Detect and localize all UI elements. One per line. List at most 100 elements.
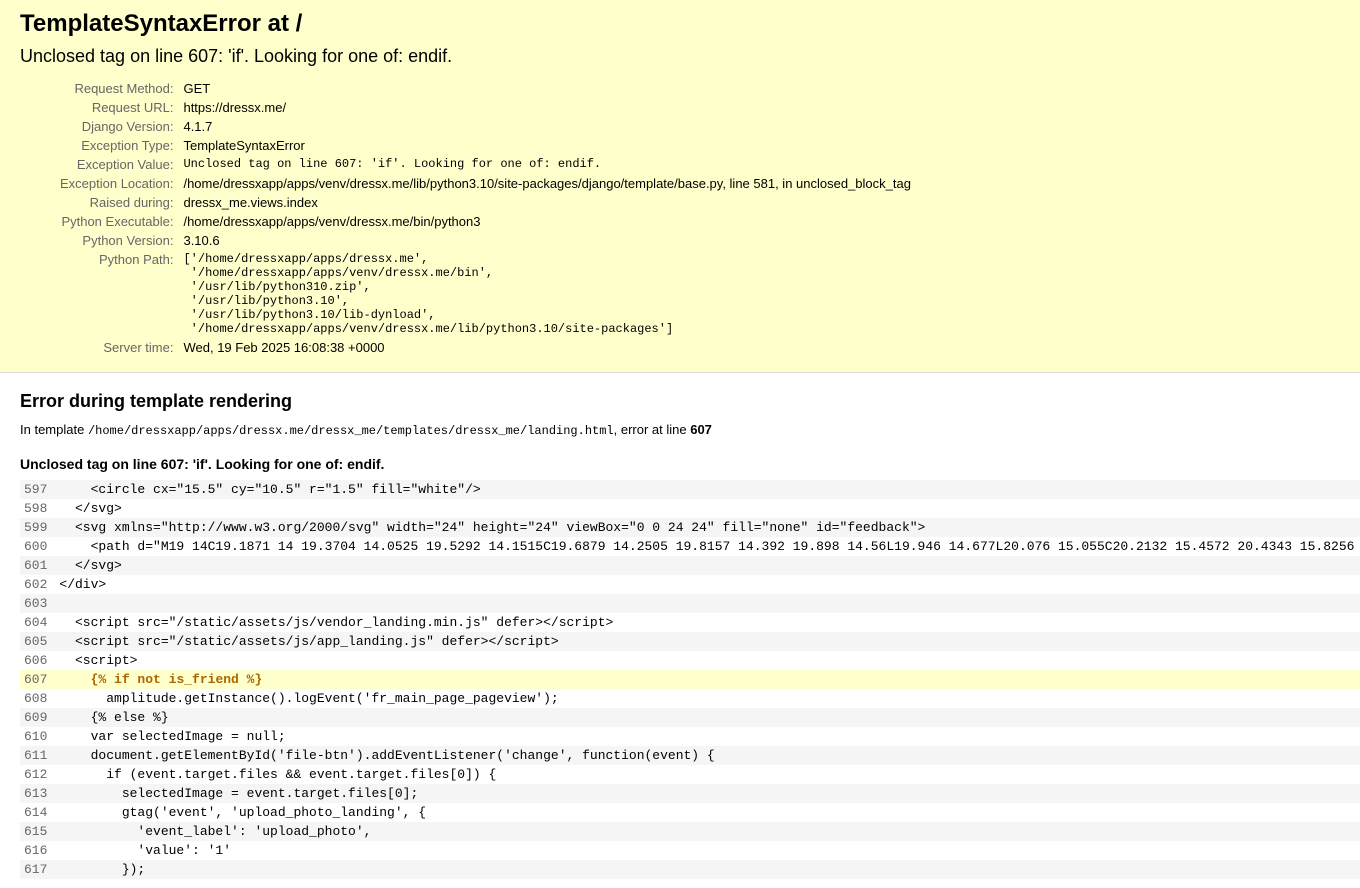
source-line: 602</div> xyxy=(20,575,1360,594)
line-code: 'event_label': 'upload_photo', xyxy=(55,822,1360,841)
line-number: 616 xyxy=(20,841,55,860)
line-number: 601 xyxy=(20,556,55,575)
line-code: <script src="/static/assets/js/app_landi… xyxy=(55,632,1360,651)
meta-value: 3.10.6 xyxy=(183,231,911,250)
meta-label: Python Executable: xyxy=(20,212,183,231)
source-line: 613 selectedImage = event.target.files[0… xyxy=(20,784,1360,803)
line-code: <path d="M19 14C19.1871 14 19.3704 14.05… xyxy=(55,537,1360,556)
line-number: 611 xyxy=(20,746,55,765)
line-code: <circle cx="15.5" cy="10.5" r="1.5" fill… xyxy=(55,480,1360,499)
line-number: 615 xyxy=(20,822,55,841)
meta-label: Request Method: xyxy=(20,79,183,98)
source-line: 597 <circle cx="15.5" cy="10.5" r="1.5" … xyxy=(20,480,1360,499)
meta-value: dressx_me.views.index xyxy=(183,193,911,212)
source-line: 606 <script> xyxy=(20,651,1360,670)
meta-value: 4.1.7 xyxy=(183,117,911,136)
line-code: {% else %} xyxy=(55,708,1360,727)
error-subtitle: Unclosed tag on line 607: 'if'. Looking … xyxy=(20,46,1340,67)
line-code xyxy=(55,594,1360,613)
meta-value: /home/dressxapp/apps/venv/dressx.me/lib/… xyxy=(183,174,911,193)
source-line: 617 }); xyxy=(20,860,1360,879)
meta-label: Exception Value: xyxy=(20,155,183,174)
line-number: 597 xyxy=(20,480,55,499)
source-line: 610 var selectedImage = null; xyxy=(20,727,1360,746)
meta-label: Request URL: xyxy=(20,98,183,117)
source-line: 605 <script src="/static/assets/js/app_l… xyxy=(20,632,1360,651)
source-line: 615 'event_label': 'upload_photo', xyxy=(20,822,1360,841)
request-meta-table: Request Method: GET Request URL: https:/… xyxy=(20,79,911,357)
source-line: 612 if (event.target.files && event.targ… xyxy=(20,765,1360,784)
meta-value: /home/dressxapp/apps/venv/dressx.me/bin/… xyxy=(183,212,911,231)
line-code: <script src="/static/assets/js/vendor_la… xyxy=(55,613,1360,632)
template-path-line: In template /home/dressxapp/apps/dressx.… xyxy=(20,422,1340,438)
page-title: TemplateSyntaxError at / xyxy=(20,10,1340,38)
intro-prefix: In template xyxy=(20,422,88,437)
line-code: if (event.target.files && event.target.f… xyxy=(55,765,1360,784)
line-code: {% if not is_friend %} xyxy=(55,670,1360,689)
meta-value: Unclosed tag on line 607: 'if'. Looking … xyxy=(183,155,911,174)
line-number: 613 xyxy=(20,784,55,803)
line-number: 610 xyxy=(20,727,55,746)
line-number: 608 xyxy=(20,689,55,708)
line-number: 607 xyxy=(20,670,55,689)
source-line: 599 <svg xmlns="http://www.w3.org/2000/s… xyxy=(20,518,1360,537)
source-line: 608 amplitude.getInstance().logEvent('fr… xyxy=(20,689,1360,708)
section-title: Error during template rendering xyxy=(20,391,1340,412)
meta-value: TemplateSyntaxError xyxy=(183,136,911,155)
line-number: 603 xyxy=(20,594,55,613)
line-code: <svg xmlns="http://www.w3.org/2000/svg" … xyxy=(55,518,1360,537)
source-line: 604 <script src="/static/assets/js/vendo… xyxy=(20,613,1360,632)
line-code: amplitude.getInstance().logEvent('fr_mai… xyxy=(55,689,1360,708)
line-number: 605 xyxy=(20,632,55,651)
line-code: </svg> xyxy=(55,499,1360,518)
line-number: 614 xyxy=(20,803,55,822)
meta-label: Exception Location: xyxy=(20,174,183,193)
line-number: 602 xyxy=(20,575,55,594)
intro-suffix: , error at line xyxy=(614,422,691,437)
line-code: selectedImage = event.target.files[0]; xyxy=(55,784,1360,803)
line-number: 604 xyxy=(20,613,55,632)
line-code: 'value': '1' xyxy=(55,841,1360,860)
meta-value: ['/home/dressxapp/apps/dressx.me', '/hom… xyxy=(183,250,911,338)
meta-label: Django Version: xyxy=(20,117,183,136)
source-line: 600 <path d="M19 14C19.1871 14 19.3704 1… xyxy=(20,537,1360,556)
line-number: 599 xyxy=(20,518,55,537)
line-number: 617 xyxy=(20,860,55,879)
line-code: <script> xyxy=(55,651,1360,670)
meta-value: https://dressx.me/ xyxy=(183,98,911,117)
line-code: }); xyxy=(55,860,1360,879)
source-line: 611 document.getElementById('file-btn').… xyxy=(20,746,1360,765)
meta-label: Exception Type: xyxy=(20,136,183,155)
error-line-number: 607 xyxy=(690,422,712,437)
line-number: 598 xyxy=(20,499,55,518)
meta-label: Server time: xyxy=(20,338,183,357)
source-line: 609 {% else %} xyxy=(20,708,1360,727)
line-number: 600 xyxy=(20,537,55,556)
source-line: 598 </svg> xyxy=(20,499,1360,518)
line-number: 609 xyxy=(20,708,55,727)
python-path-pre: ['/home/dressxapp/apps/dressx.me', '/hom… xyxy=(183,252,911,336)
meta-value: GET xyxy=(183,79,911,98)
line-code: </svg> xyxy=(55,556,1360,575)
line-code: var selectedImage = null; xyxy=(55,727,1360,746)
error-message: Unclosed tag on line 607: 'if'. Looking … xyxy=(20,456,1340,472)
line-number: 606 xyxy=(20,651,55,670)
meta-label: Python Version: xyxy=(20,231,183,250)
error-header: TemplateSyntaxError at / Unclosed tag on… xyxy=(0,0,1360,373)
meta-label: Raised during: xyxy=(20,193,183,212)
line-code: document.getElementById('file-btn').addE… xyxy=(55,746,1360,765)
template-error-section: Error during template rendering In templ… xyxy=(0,373,1360,888)
line-number: 612 xyxy=(20,765,55,784)
highlighted-token: {% if not is_friend %} xyxy=(91,672,263,687)
template-path: /home/dressxapp/apps/dressx.me/dressx_me… xyxy=(88,424,614,438)
source-line: 616 'value': '1' xyxy=(20,841,1360,860)
line-code: </div> xyxy=(55,575,1360,594)
source-line: 607 {% if not is_friend %} xyxy=(20,670,1360,689)
source-code-table: 597 <circle cx="15.5" cy="10.5" r="1.5" … xyxy=(20,480,1360,879)
meta-value: Wed, 19 Feb 2025 16:08:38 +0000 xyxy=(183,338,911,357)
line-code: gtag('event', 'upload_photo_landing', { xyxy=(55,803,1360,822)
source-line: 601 </svg> xyxy=(20,556,1360,575)
meta-label: Python Path: xyxy=(20,250,183,338)
source-line: 603 xyxy=(20,594,1360,613)
source-line: 614 gtag('event', 'upload_photo_landing'… xyxy=(20,803,1360,822)
